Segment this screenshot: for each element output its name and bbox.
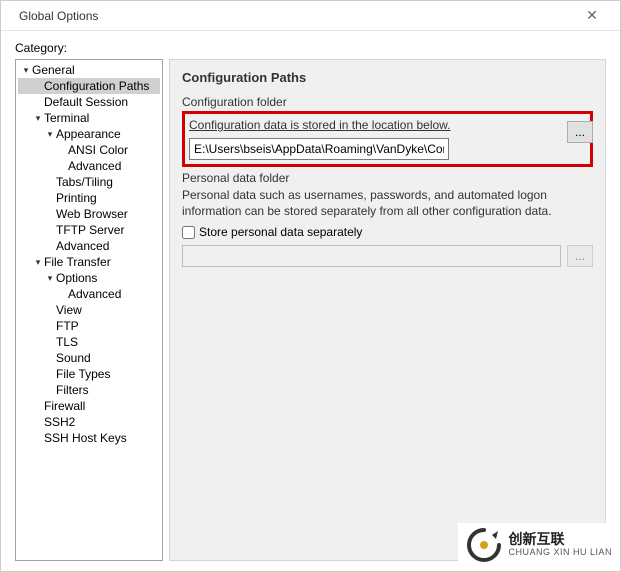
tree-ftp[interactable]: FTP <box>18 318 160 334</box>
tree-view[interactable]: View <box>18 302 160 318</box>
tree-tls[interactable]: TLS <box>18 334 160 350</box>
tree-label: SSH Host Keys <box>44 430 127 446</box>
tree-label: File Types <box>56 366 110 382</box>
tree-options-advanced[interactable]: Advanced <box>18 286 160 302</box>
panel-title: Configuration Paths <box>182 70 593 85</box>
chevron-down-icon: ▾ <box>20 62 32 78</box>
tree-label: General <box>32 62 75 78</box>
tree-terminal[interactable]: ▾ Terminal <box>18 110 160 126</box>
tree-file-types[interactable]: File Types <box>18 366 160 382</box>
tree-label: Firewall <box>44 398 85 414</box>
ellipsis-icon: ... <box>575 249 585 263</box>
tree-label: Printing <box>56 190 97 206</box>
tree-sound[interactable]: Sound <box>18 350 160 366</box>
window-title: Global Options <box>9 9 572 23</box>
personal-path-row: ... <box>182 245 593 267</box>
titlebar: Global Options ✕ <box>1 1 620 31</box>
personal-folder-label: Personal data folder <box>182 171 593 185</box>
close-icon: ✕ <box>586 7 598 24</box>
settings-panel: Configuration Paths Configuration folder… <box>169 59 606 561</box>
tree-label: Configuration Paths <box>44 78 149 94</box>
tree-printing[interactable]: Printing <box>18 190 160 206</box>
tree-label: Terminal <box>44 110 89 126</box>
tree-label: Filters <box>56 382 89 398</box>
tree-general[interactable]: ▾ General <box>18 62 160 78</box>
tree-tabs-tiling[interactable]: Tabs/Tiling <box>18 174 160 190</box>
tree-label: Default Session <box>44 94 128 110</box>
chevron-down-icon: ▾ <box>44 270 56 286</box>
tree-ssh-host-keys[interactable]: SSH Host Keys <box>18 430 160 446</box>
tree-label: Advanced <box>56 238 109 254</box>
tree-firewall[interactable]: Firewall <box>18 398 160 414</box>
tree-configuration-paths[interactable]: Configuration Paths <box>18 78 160 94</box>
tree-ansi-color[interactable]: ANSI Color <box>18 142 160 158</box>
category-tree: ▾ General Configuration Paths <box>18 62 160 446</box>
category-label: Category: <box>15 41 606 55</box>
tree-appearance-advanced[interactable]: Advanced <box>18 158 160 174</box>
main-split: ▾ General Configuration Paths <box>15 59 606 561</box>
tree-label: View <box>56 302 82 318</box>
tree-label: Advanced <box>68 158 121 174</box>
chevron-down-icon: ▾ <box>32 110 44 126</box>
tree-ssh2[interactable]: SSH2 <box>18 414 160 430</box>
tree-label: Advanced <box>68 286 121 302</box>
personal-folder-group: Personal data folder Personal data such … <box>182 171 593 267</box>
config-folder-group: Configuration folder Configuration data … <box>182 95 593 143</box>
tree-label: Web Browser <box>56 206 128 222</box>
tree-label: File Transfer <box>44 254 111 270</box>
chevron-down-icon: ▾ <box>32 254 44 270</box>
tree-label: Sound <box>56 350 91 366</box>
store-separately-checkbox[interactable] <box>182 226 195 239</box>
tree-tftp-server[interactable]: TFTP Server <box>18 222 160 238</box>
category-tree-panel[interactable]: ▾ General Configuration Paths <box>15 59 163 561</box>
store-separately-checkbox-row[interactable]: Store personal data separately <box>182 225 593 239</box>
chevron-down-icon: ▾ <box>44 126 56 142</box>
tree-default-session[interactable]: Default Session <box>18 94 160 110</box>
tree-terminal-advanced[interactable]: Advanced <box>18 238 160 254</box>
tree-label: Appearance <box>56 126 121 142</box>
ellipsis-icon: ... <box>575 125 585 139</box>
watermark-en: CHUANG XIN HU LIAN <box>508 548 612 558</box>
tree-appearance[interactable]: ▾ Appearance <box>18 126 160 142</box>
tree-label: SSH2 <box>44 414 75 430</box>
watermark-text: 创新互联 CHUANG XIN HU LIAN <box>508 532 612 557</box>
tree-label: Options <box>56 270 97 286</box>
close-button[interactable]: ✕ <box>572 1 612 31</box>
tree-file-transfer[interactable]: ▾ File Transfer <box>18 254 160 270</box>
personal-path-input <box>182 245 561 267</box>
browse-personal-button: ... <box>567 245 593 267</box>
tree-label: ANSI Color <box>68 142 128 158</box>
browse-config-button[interactable]: ... <box>567 121 593 143</box>
tree-label: TFTP Server <box>56 222 124 238</box>
personal-folder-desc: Personal data such as usernames, passwor… <box>182 187 593 219</box>
store-separately-label: Store personal data separately <box>199 225 362 239</box>
watermark: 创新互联 CHUANG XIN HU LIAN <box>458 523 620 567</box>
config-path-input[interactable] <box>189 138 449 160</box>
watermark-cn: 创新互联 <box>508 532 612 547</box>
watermark-logo-icon <box>466 527 502 563</box>
tree-label: TLS <box>56 334 78 350</box>
content-area: Category: ▾ General <box>1 31 620 571</box>
tree-web-browser[interactable]: Web Browser <box>18 206 160 222</box>
tree-label: Tabs/Tiling <box>56 174 113 190</box>
global-options-window: Global Options ✕ Category: ▾ General <box>0 0 621 572</box>
tree-filters[interactable]: Filters <box>18 382 160 398</box>
config-folder-label: Configuration folder <box>182 95 593 109</box>
tree-options[interactable]: ▾ Options <box>18 270 160 286</box>
tree-label: FTP <box>56 318 79 334</box>
